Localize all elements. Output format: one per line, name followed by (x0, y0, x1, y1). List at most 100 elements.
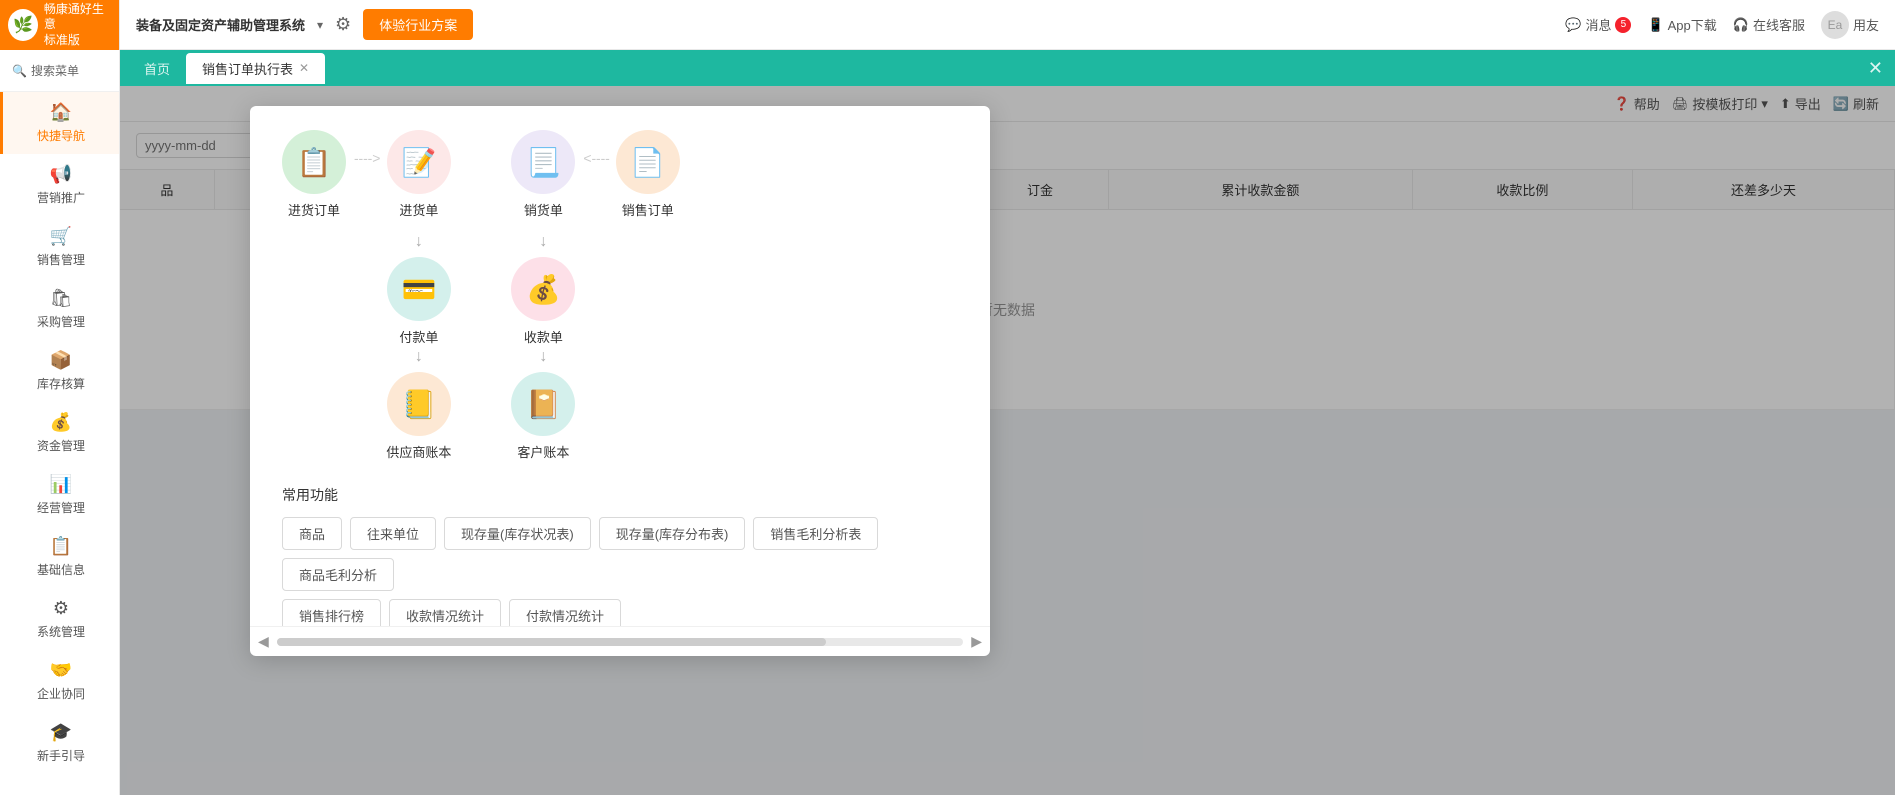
func-btn-partner[interactable]: 往来单位 (350, 517, 436, 550)
flow-node-sales-bill[interactable]: 📃 销货单 (511, 130, 575, 219)
tab-bar: 首页 销售订单执行表 ✕ ✕ (120, 50, 1895, 86)
flow-node-purchase-order[interactable]: 📋 进货订单 (282, 130, 346, 219)
service-icon: 🎧 (1733, 17, 1749, 33)
func-buttons-row1: 商品 往来单位 现存量(库存状况表) 现存量(库存分布表) 销售毛利分析表 商品… (282, 517, 958, 591)
purchase-bill-circle: 📝 (387, 130, 451, 194)
receipt-label: 收款单 (524, 327, 563, 346)
search-menu-button[interactable]: 🔍 搜索菜单 (8, 58, 111, 83)
system-dropdown-icon[interactable]: ▾ (317, 18, 323, 32)
func-btn-sales-profit[interactable]: 销售毛利分析表 (753, 517, 878, 550)
sidebar-item-label: 采购管理 (37, 313, 85, 330)
sales-bill-icon: 📃 (526, 146, 561, 179)
func-btn-receipt-stats[interactable]: 收款情况统计 (389, 599, 501, 626)
payment-circle: 💳 (387, 257, 451, 321)
settings-icon[interactable]: ⚙ (335, 14, 351, 35)
sidebar-item-basic-info[interactable]: 📋 基础信息 (0, 526, 119, 588)
func-buttons-row2: 销售排行榜 收款情况统计 付款情况统计 (282, 599, 958, 626)
user-profile-action[interactable]: Ea 用友 (1821, 11, 1879, 39)
flow-col-purchase-bill: 📝 进货单 ↓ 💳 (386, 130, 451, 461)
sidebar-item-purchase[interactable]: 🛍 采购管理 (0, 278, 119, 340)
sidebar-item-label: 库存核算 (37, 375, 85, 392)
sidebar-item-sales[interactable]: 🛒 销售管理 (0, 216, 119, 278)
sales-bill-label: 销货单 (524, 200, 563, 219)
message-label: 消息 (1585, 15, 1611, 34)
flow-col-sales-order: 📄 销售订单 (616, 130, 680, 219)
receipt-icon: 💰 (526, 273, 561, 306)
func-btn-product-profit[interactable]: 商品毛利分析 (282, 558, 394, 591)
trial-button[interactable]: 体验行业方案 (363, 9, 473, 40)
avatar: Ea (1821, 11, 1849, 39)
arrow-down-purchase: ↓ (415, 233, 423, 251)
sidebar-item-label: 销售管理 (37, 251, 85, 268)
sidebar-item-label: 营销推广 (37, 189, 85, 206)
user-name: 用友 (1853, 15, 1879, 34)
app-download-action[interactable]: 📱 App下载 (1647, 15, 1716, 34)
flow-node-customer-ledger[interactable]: 📔 客户账本 (511, 372, 575, 461)
modal-scrollbar: ◀ ▶ (250, 626, 990, 656)
sales-order-circle: 📄 (616, 130, 680, 194)
customer-ledger-icon: 📔 (526, 388, 561, 421)
close-all-tabs-icon[interactable]: ✕ (1864, 54, 1887, 83)
home-icon: 🏠 (50, 102, 72, 123)
sales-icon: 🛒 (50, 226, 72, 247)
sidebar-item-inventory[interactable]: 📦 库存核算 (0, 340, 119, 402)
sales-order-icon: 📄 (630, 146, 665, 179)
sidebar-item-enterprise[interactable]: 🤝 企业协同 (0, 650, 119, 712)
logo-line2: 标准版 (44, 33, 111, 49)
purchase-icon: 🛍 (50, 288, 73, 309)
sidebar-item-quick-nav[interactable]: 🏠 快捷导航 (0, 92, 119, 154)
basic-info-icon: 📋 (50, 536, 72, 557)
func-btn-product[interactable]: 商品 (282, 517, 342, 550)
func-btn-stock-status[interactable]: 现存量(库存状况表) (444, 517, 591, 550)
sidebar-item-beginner[interactable]: 🎓 新手引导 (0, 712, 119, 774)
topbar-actions: 💬 消息 5 📱 App下载 🎧 在线客服 Ea 用友 (1565, 11, 1879, 39)
logo-line1: 畅康通好生意 (44, 2, 111, 33)
sidebar-item-finance[interactable]: 💰 资金管理 (0, 402, 119, 464)
func-btn-sales-ranking[interactable]: 销售排行榜 (282, 599, 381, 626)
purchase-order-icon: 📋 (297, 146, 332, 179)
flow-node-receipt[interactable]: 💰 收款单 (511, 257, 575, 346)
sidebar-item-marketing[interactable]: 📢 营销推广 (0, 154, 119, 216)
flow-diagram: 📋 进货订单 - - - - > (282, 130, 958, 461)
inventory-icon: 📦 (50, 350, 72, 371)
sidebar-item-system[interactable]: ⚙ 系统管理 (0, 588, 119, 650)
messages-action[interactable]: 💬 消息 5 (1565, 15, 1631, 34)
sales-order-label: 销售订单 (622, 200, 674, 219)
tab-home[interactable]: 首页 (128, 53, 186, 84)
flow-node-sales-order[interactable]: 📄 销售订单 (616, 130, 680, 219)
arrow-right-1: - - - - > (346, 150, 386, 166)
flow-node-payment[interactable]: 💳 付款单 (387, 257, 451, 346)
arrow-down-customer: ↓ (539, 348, 547, 366)
online-service-action[interactable]: 🎧 在线客服 (1733, 15, 1805, 34)
tab-sales-order-execution[interactable]: 销售订单执行表 ✕ (186, 53, 325, 84)
scrollbar-thumb (277, 638, 826, 646)
flow-node-supplier-ledger[interactable]: 📒 供应商账本 (386, 372, 451, 461)
supplier-ledger-icon: 📒 (401, 388, 436, 421)
sales-bill-circle: 📃 (511, 130, 575, 194)
beginner-icon: 🎓 (50, 722, 72, 743)
sidebar-item-label: 新手引导 (37, 747, 85, 764)
func-btn-stock-dist[interactable]: 现存量(库存分布表) (599, 517, 746, 550)
receipt-circle: 💰 (511, 257, 575, 321)
sidebar-search-area: 🔍 搜索菜单 (0, 50, 119, 92)
sidebar-item-label: 企业协同 (37, 685, 85, 702)
tab-sales-label: 销售订单执行表 (202, 59, 293, 78)
common-functions: 常用功能 商品 往来单位 现存量(库存状况表) 现存量(库存分布表) 销售毛利分… (282, 485, 958, 626)
tab-close-icon[interactable]: ✕ (299, 61, 309, 75)
avatar-text: Ea (1828, 18, 1843, 32)
scroll-left-icon[interactable]: ◀ (258, 633, 269, 650)
supplier-ledger-circle: 📒 (387, 372, 451, 436)
flow-col-sales-bill: 📃 销货单 ↓ 💰 (511, 130, 575, 461)
scroll-right-icon[interactable]: ▶ (971, 633, 982, 650)
func-btn-payment-stats[interactable]: 付款情况统计 (509, 599, 621, 626)
app-download-label: App下载 (1668, 15, 1717, 34)
flow-node-purchase-bill[interactable]: 📝 进货单 (387, 130, 451, 219)
sidebar-item-operations[interactable]: 📊 经营管理 (0, 464, 119, 526)
arrow-down-sales: ↓ (539, 233, 547, 251)
sidebar-item-label: 资金管理 (37, 437, 85, 454)
logo-icon: 🌿 (8, 9, 38, 41)
arrow-left-2: < - - - - (575, 150, 615, 166)
payment-label: 付款单 (399, 327, 438, 346)
topbar: 装备及固定资产辅助管理系统 ▾ ⚙ 体验行业方案 💬 消息 5 📱 App下载 … (120, 0, 1895, 50)
tab-home-label: 首页 (144, 59, 170, 78)
